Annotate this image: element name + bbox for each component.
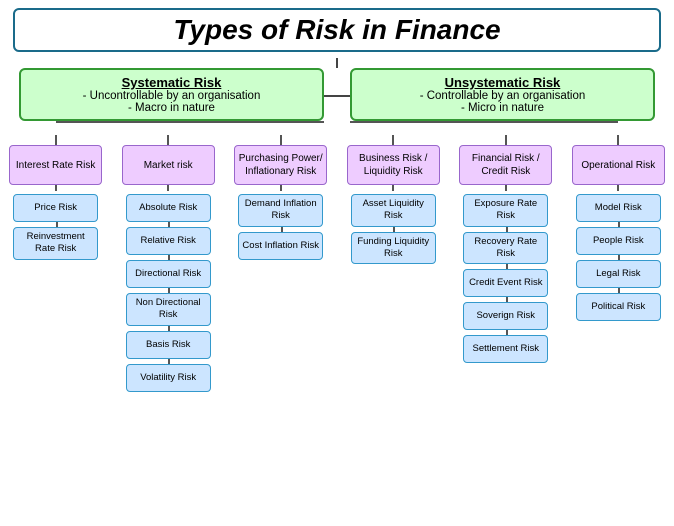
leaf-asset-liquidity: Asset Liquidity Risk xyxy=(351,194,436,227)
page-title: Types of Risk in Finance xyxy=(25,14,650,46)
sc-vline-leaves-3 xyxy=(392,185,394,191)
leaf-volatility-risk: Volatility Risk xyxy=(126,364,211,392)
sc-vline-5 xyxy=(617,135,619,145)
leaf-reinvestment-risk: Reinvestment Rate Risk xyxy=(13,227,98,260)
sc-vline-0 xyxy=(55,135,57,145)
leaf-price-risk: Price Risk xyxy=(13,194,98,222)
leaf-credit-event: Credit Event Risk xyxy=(463,269,548,297)
subcat-market: Market risk Absolute Risk Relative Risk … xyxy=(119,135,218,392)
sc-vline-leaves-1 xyxy=(167,185,169,191)
financial-risk-label: Financial Risk / Credit Risk xyxy=(463,152,548,178)
leaf-exposure-rate: Exposure Rate Risk xyxy=(463,194,548,227)
sc-vline-4 xyxy=(505,135,507,145)
leaf-non-directional-risk: Non Directional Risk xyxy=(126,293,211,326)
sc-vline-leaves-4 xyxy=(505,185,507,191)
business-leaves: Asset Liquidity Risk Funding Liquidity R… xyxy=(351,194,436,264)
market-leaves: Absolute Risk Relative Risk Directional … xyxy=(126,194,211,392)
leaf-model-risk: Model Risk xyxy=(576,194,661,222)
sc-vline-1 xyxy=(167,135,169,145)
business-risk-box: Business Risk / Liquidity Risk xyxy=(347,145,440,185)
systematic-desc2: - Macro in nature xyxy=(29,102,314,114)
leaf-cost-inflation: Cost Inflation Risk xyxy=(238,232,323,260)
purchasing-power-box: Purchasing Power/ Inflationary Risk xyxy=(234,145,327,185)
page-title-box: Types of Risk in Finance xyxy=(13,8,662,52)
systematic-desc1: - Uncontrollable by an organisation xyxy=(29,90,314,102)
systematic-risk-node: Systematic Risk - Uncontrollable by an o… xyxy=(19,68,324,121)
interest-rate-risk-box: Interest Rate Risk xyxy=(9,145,102,185)
purchasing-power-leaves: Demand Inflation Risk Cost Inflation Ris… xyxy=(238,194,323,260)
leaf-soverign: Soverign Risk xyxy=(463,302,548,330)
sc-vline-3 xyxy=(392,135,394,145)
purchasing-power-label: Purchasing Power/ Inflationary Risk xyxy=(238,152,323,178)
systematic-risk-label: Systematic Risk xyxy=(29,75,314,90)
leaf-relative-risk: Relative Risk xyxy=(126,227,211,255)
sc-vline-leaves-2 xyxy=(280,185,282,191)
unsystematic-hline xyxy=(350,121,618,123)
sc-vline-leaves-5 xyxy=(617,185,619,191)
business-risk-label: Business Risk / Liquidity Risk xyxy=(351,152,436,178)
leaf-people-risk: People Risk xyxy=(576,227,661,255)
subcat-purchasing-power: Purchasing Power/ Inflationary Risk Dema… xyxy=(231,135,330,392)
leaf-recovery-rate: Recovery Rate Risk xyxy=(463,232,548,265)
sc-vline-2 xyxy=(280,135,282,145)
financial-leaves: Exposure Rate Risk Recovery Rate Risk Cr… xyxy=(463,194,548,363)
subcat-interest-rate: Interest Rate Risk Price Risk Reinvestme… xyxy=(6,135,105,392)
interest-rate-leaves: Price Risk Reinvestment Rate Risk xyxy=(13,194,98,260)
chart: Systematic Risk - Uncontrollable by an o… xyxy=(6,68,668,392)
systematic-hline xyxy=(56,121,324,123)
subcat-operational: Operational Risk Model Risk People Risk … xyxy=(569,135,668,392)
operational-risk-box: Operational Risk xyxy=(572,145,665,185)
subcategories-row: Interest Rate Risk Price Risk Reinvestme… xyxy=(6,135,668,392)
leaf-absolute-risk: Absolute Risk xyxy=(126,194,211,222)
connector-row xyxy=(6,121,668,135)
leaf-basis-risk: Basis Risk xyxy=(126,331,211,359)
subcat-business: Business Risk / Liquidity Risk Asset Liq… xyxy=(344,135,443,392)
main-categories-row: Systematic Risk - Uncontrollable by an o… xyxy=(6,68,668,121)
financial-risk-box: Financial Risk / Credit Risk xyxy=(459,145,552,185)
leaf-demand-inflation: Demand Inflation Risk xyxy=(238,194,323,227)
sc-vline-leaves-0 xyxy=(55,185,57,191)
operational-leaves: Model Risk People Risk Legal Risk Politi… xyxy=(576,194,661,321)
unsystematic-desc2: - Micro in nature xyxy=(360,102,645,114)
leaf-funding-liquidity: Funding Liquidity Risk xyxy=(351,232,436,265)
leaf-political-risk: Political Risk xyxy=(576,293,661,321)
interest-rate-risk-label: Interest Rate Risk xyxy=(16,159,95,172)
market-risk-box: Market risk xyxy=(122,145,215,185)
title-connector xyxy=(336,58,338,68)
unsystematic-desc1: - Controllable by an organisation xyxy=(360,90,645,102)
leaf-legal-risk: Legal Risk xyxy=(576,260,661,288)
unsystematic-risk-node: Unsystematic Risk - Controllable by an o… xyxy=(350,68,655,121)
market-risk-label: Market risk xyxy=(144,159,193,172)
operational-risk-label: Operational Risk xyxy=(581,159,655,172)
subcat-financial: Financial Risk / Credit Risk Exposure Ra… xyxy=(456,135,555,392)
unsystematic-risk-label: Unsystematic Risk xyxy=(360,75,645,90)
leaf-settlement: Settlement Risk xyxy=(463,335,548,363)
leaf-directional-risk: Directional Risk xyxy=(126,260,211,288)
